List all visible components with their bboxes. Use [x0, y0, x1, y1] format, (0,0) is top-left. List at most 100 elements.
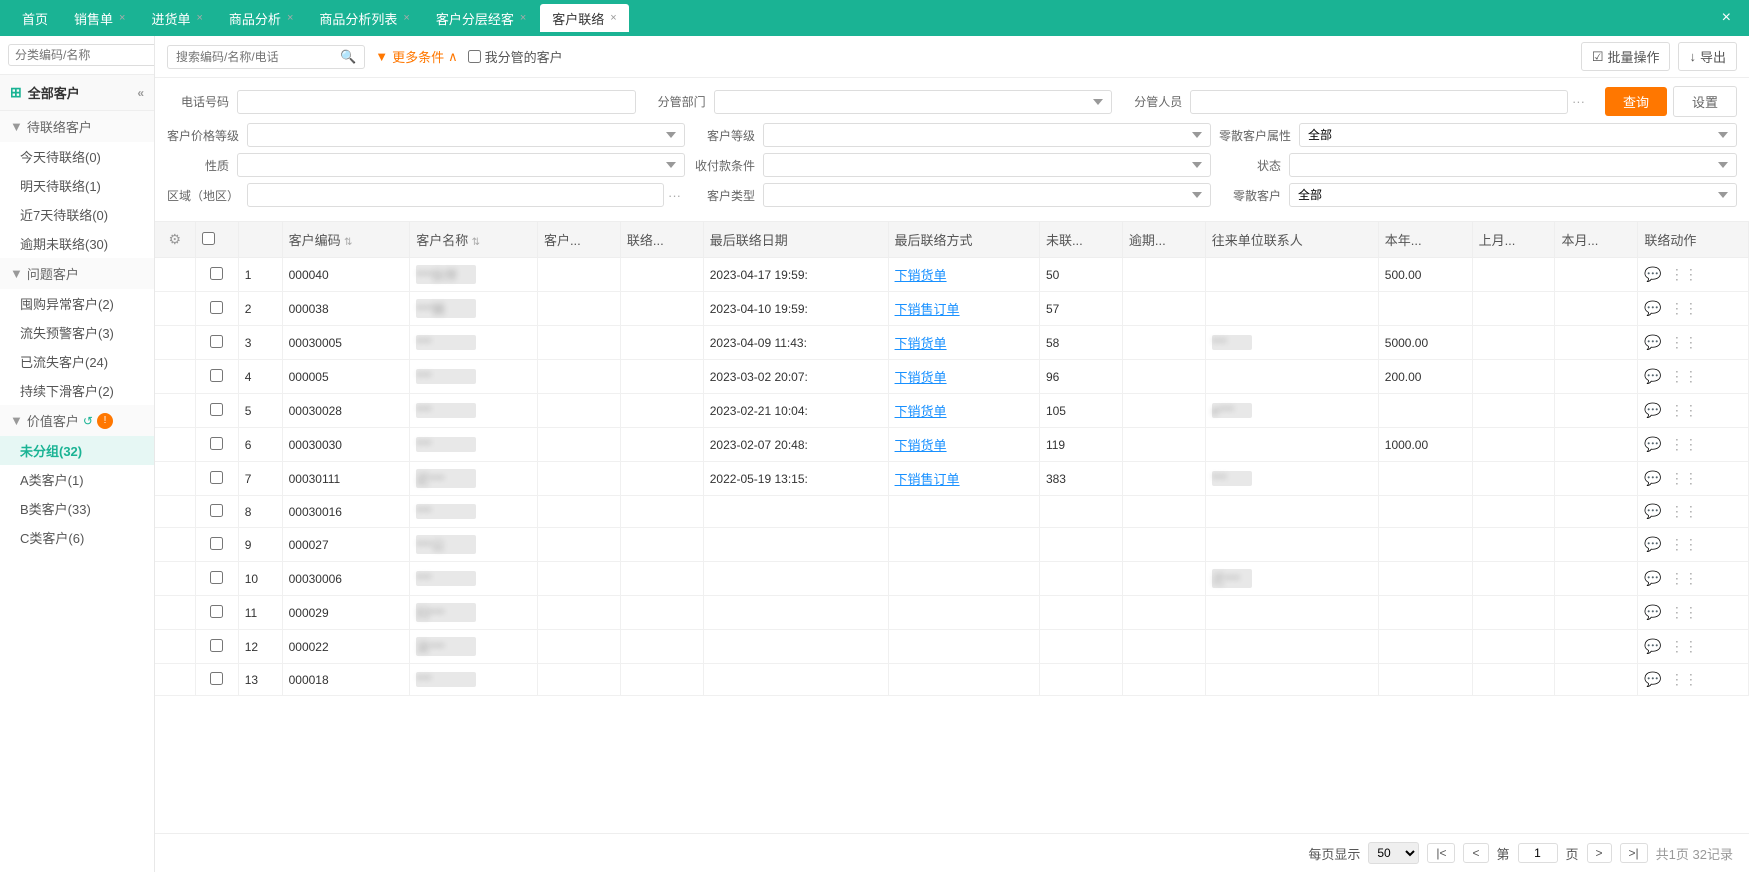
last-page-button[interactable]: >|: [1620, 843, 1648, 863]
row-check-cell[interactable]: [195, 462, 238, 496]
contact-action-icon[interactable]: 💬: [1644, 402, 1661, 419]
my-customers-checkbox[interactable]: [468, 50, 481, 63]
row-checkbox[interactable]: [210, 605, 223, 618]
tab-customer-contact[interactable]: 客户联络 ×: [540, 4, 628, 32]
row-check-cell[interactable]: [195, 258, 238, 292]
row-checkbox[interactable]: [210, 537, 223, 550]
export-button[interactable]: ↓ 导出: [1678, 42, 1737, 71]
filter-payment-select[interactable]: [763, 153, 1211, 177]
row-checkbox[interactable]: [210, 471, 223, 484]
tab-analysis[interactable]: 商品分析 ×: [217, 4, 305, 32]
sidebar-search-input[interactable]: [8, 44, 155, 66]
tab-customer-seg-close[interactable]: ×: [520, 12, 526, 24]
filter-status-select[interactable]: [1289, 153, 1737, 177]
row-last-method-cell[interactable]: [888, 664, 1039, 696]
row-checkbox[interactable]: [210, 504, 223, 517]
last-method-link[interactable]: 下销货单: [895, 336, 947, 351]
filter-person-input[interactable]: [1190, 90, 1568, 114]
row-check-cell[interactable]: [195, 360, 238, 394]
tab-analysis-list[interactable]: 商品分析列表 ×: [307, 4, 421, 32]
filter-price-level-select[interactable]: [247, 123, 685, 147]
filter-phone-input[interactable]: [237, 90, 636, 114]
sidebar-item-churned[interactable]: 已流失客户(24): [0, 347, 154, 376]
contact-action-icon[interactable]: 💬: [1644, 503, 1661, 520]
row-last-method-cell[interactable]: [888, 562, 1039, 596]
more-icon[interactable]: ···: [1568, 94, 1589, 109]
contact-action-icon[interactable]: 💬: [1644, 300, 1661, 317]
sidebar-item-type-b[interactable]: B类客户(33): [0, 494, 154, 523]
sidebar-item-abnormal[interactable]: 囤购异常客户(2): [0, 289, 154, 318]
window-close-button[interactable]: ×: [1714, 9, 1739, 27]
filter-my-customers[interactable]: 我分管的客户: [468, 47, 563, 66]
menu-action-icon[interactable]: ⋮⋮: [1670, 300, 1698, 317]
page-number-input[interactable]: [1518, 843, 1558, 863]
contact-action-icon[interactable]: 💬: [1644, 570, 1661, 587]
sidebar-item-ungroup[interactable]: 未分组(32): [0, 436, 154, 465]
tab-sales[interactable]: 销售单 ×: [62, 4, 137, 32]
sidebar-item-churn-warning[interactable]: 流失预警客户(3): [0, 318, 154, 347]
first-page-button[interactable]: |<: [1427, 843, 1455, 863]
sidebar-item-type-a[interactable]: A类客户(1): [0, 465, 154, 494]
row-checkbox[interactable]: [210, 335, 223, 348]
row-last-method-cell[interactable]: [888, 596, 1039, 630]
last-method-link[interactable]: 下销售订单: [895, 302, 960, 317]
filter-customer-type-select[interactable]: [763, 183, 1211, 207]
contact-action-icon[interactable]: 💬: [1644, 604, 1661, 621]
not-contacted-col-header[interactable]: 未联...: [1039, 222, 1122, 258]
tab-home[interactable]: 首页: [10, 4, 60, 32]
menu-action-icon[interactable]: ⋮⋮: [1670, 368, 1698, 385]
last-date-col-header[interactable]: 最后联络日期: [703, 222, 888, 258]
menu-action-icon[interactable]: ⋮⋮: [1670, 604, 1698, 621]
tab-purchase-close[interactable]: ×: [196, 12, 202, 24]
last-method-link[interactable]: 下销货单: [895, 404, 947, 419]
tab-purchase[interactable]: 进货单 ×: [139, 4, 214, 32]
filter-retail-customer-select[interactable]: 全部: [1289, 183, 1737, 207]
sidebar-item-today-contact[interactable]: 今天待联络(0): [0, 142, 154, 171]
next-page-button[interactable]: >: [1587, 843, 1612, 863]
this-year-col-header[interactable]: 本年...: [1378, 222, 1472, 258]
row-check-cell[interactable]: [195, 394, 238, 428]
settings-col-header[interactable]: ⚙: [155, 222, 195, 258]
row-check-cell[interactable]: [195, 496, 238, 528]
contact-action-icon[interactable]: 💬: [1644, 536, 1661, 553]
menu-action-icon[interactable]: ⋮⋮: [1670, 536, 1698, 553]
row-last-method-cell[interactable]: [888, 528, 1039, 562]
row-check-cell[interactable]: [195, 562, 238, 596]
menu-action-icon[interactable]: ⋮⋮: [1670, 402, 1698, 419]
sidebar-item-overdue-contact[interactable]: 逾期未联络(30): [0, 229, 154, 258]
filter-nature-select[interactable]: [237, 153, 685, 177]
contact-action-icon[interactable]: 💬: [1644, 470, 1661, 487]
filter-region-input[interactable]: [247, 183, 664, 207]
sidebar-group-pending[interactable]: ▼ 待联络客户: [0, 111, 154, 142]
row-last-method-cell[interactable]: 下销售订单: [888, 462, 1039, 496]
row-last-method-cell[interactable]: 下销货单: [888, 258, 1039, 292]
row-checkbox[interactable]: [210, 369, 223, 382]
row-last-method-cell[interactable]: 下销货单: [888, 394, 1039, 428]
last-method-link[interactable]: 下销货单: [895, 370, 947, 385]
filter-search-input[interactable]: [176, 50, 336, 64]
last-method-link[interactable]: 下销售订单: [895, 472, 960, 487]
menu-action-icon[interactable]: ⋮⋮: [1670, 570, 1698, 587]
sidebar-item-declining[interactable]: 持续下滑客户(2): [0, 376, 154, 405]
row-checkbox[interactable]: [210, 267, 223, 280]
last-method-col-header[interactable]: 最后联络方式: [888, 222, 1039, 258]
refresh-icon[interactable]: ↺: [83, 414, 93, 428]
type-col-header[interactable]: 客户...: [537, 222, 620, 258]
contact-action-icon[interactable]: 💬: [1644, 266, 1661, 283]
contact-action-icon[interactable]: 💬: [1644, 671, 1661, 688]
contact-action-icon[interactable]: 💬: [1644, 638, 1661, 655]
reset-button[interactable]: 设置: [1673, 86, 1737, 117]
row-last-method-cell[interactable]: [888, 630, 1039, 664]
row-checkbox[interactable]: [210, 639, 223, 652]
sidebar-item-tomorrow-contact[interactable]: 明天待联络(1): [0, 171, 154, 200]
sidebar-item-7day-contact[interactable]: 近7天待联络(0): [0, 200, 154, 229]
menu-action-icon[interactable]: ⋮⋮: [1670, 334, 1698, 351]
row-last-method-cell[interactable]: 下销货单: [888, 428, 1039, 462]
region-more-icon[interactable]: ···: [664, 188, 685, 203]
row-check-cell[interactable]: [195, 528, 238, 562]
row-check-cell[interactable]: [195, 292, 238, 326]
gear-icon[interactable]: ⚙: [168, 231, 181, 247]
row-last-method-cell[interactable]: [888, 496, 1039, 528]
row-last-method-cell[interactable]: 下销货单: [888, 360, 1039, 394]
contact-action-icon[interactable]: 💬: [1644, 368, 1661, 385]
